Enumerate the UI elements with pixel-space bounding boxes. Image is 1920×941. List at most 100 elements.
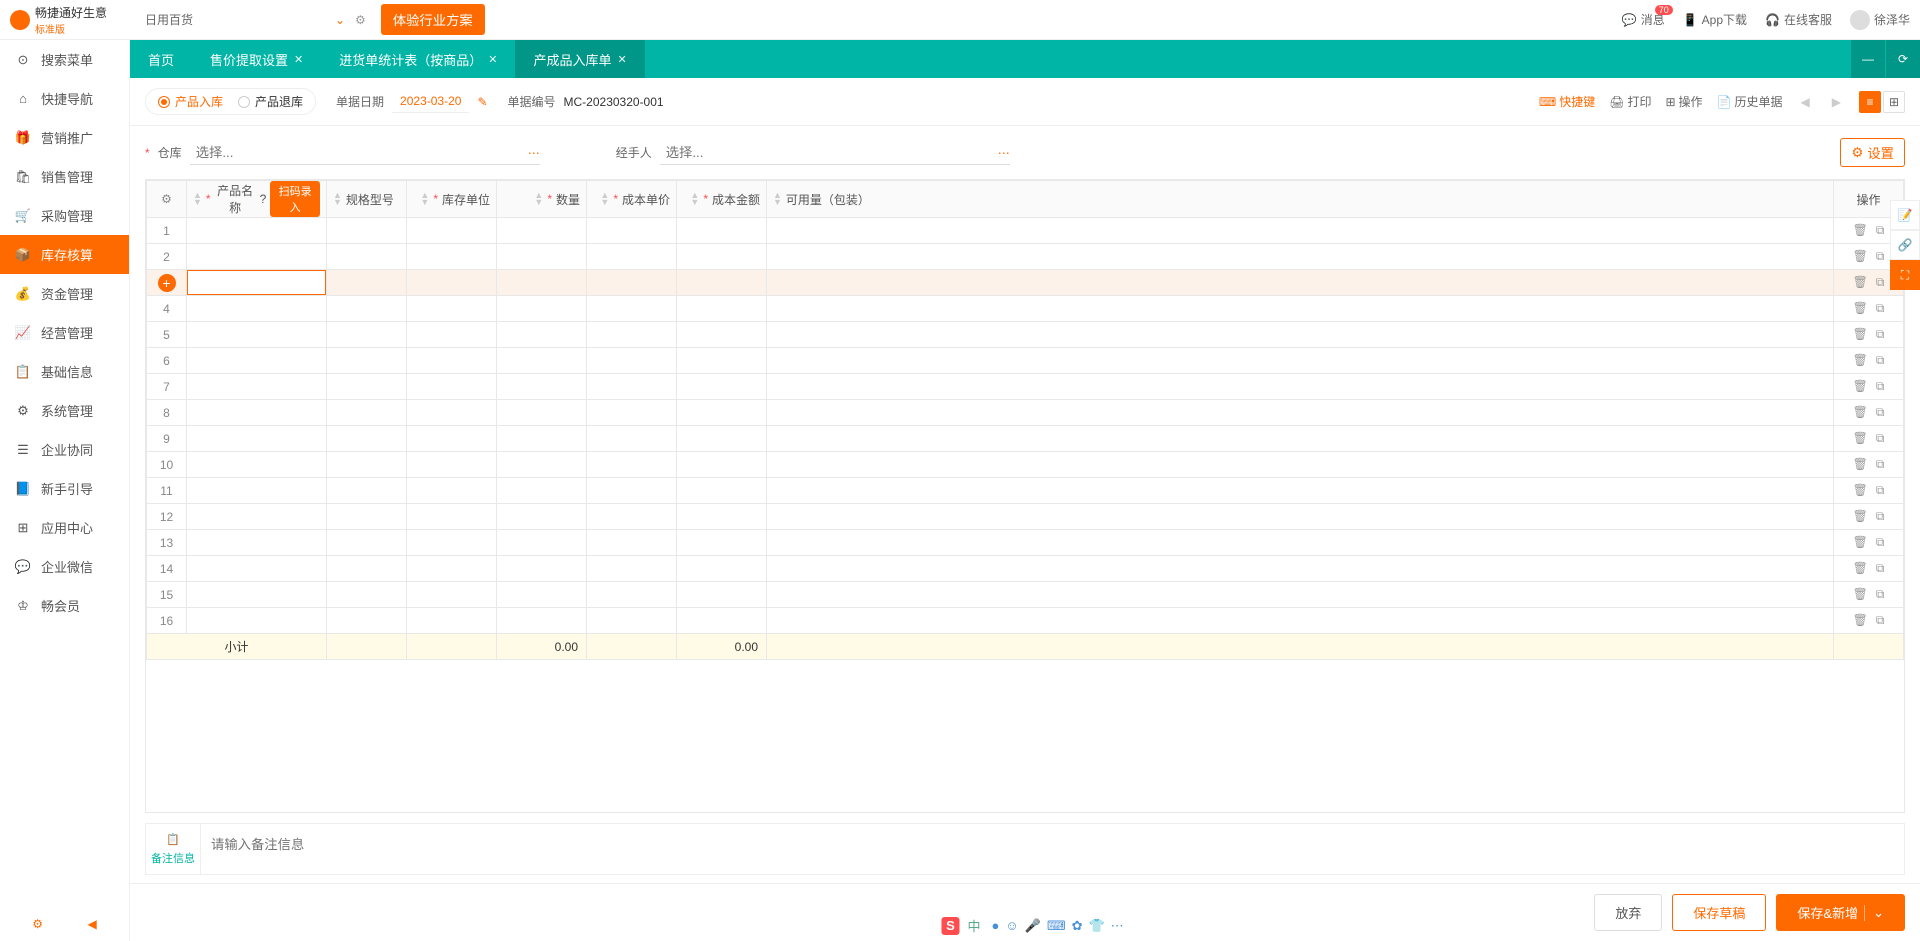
product-name-cell[interactable]	[187, 556, 327, 582]
copy-row-icon[interactable]: ⧉	[1876, 327, 1885, 342]
tab[interactable]: 首页	[130, 40, 192, 78]
delete-row-icon[interactable]: 🗑	[1853, 405, 1868, 420]
sort-icon[interactable]: ▲▼	[420, 192, 429, 206]
messages-link[interactable]: 💬 消息 70	[1622, 11, 1665, 28]
copy-row-icon[interactable]: ⧉	[1876, 561, 1885, 576]
copy-row-icon[interactable]: ⧉	[1876, 483, 1885, 498]
copy-row-icon[interactable]: ⧉	[1876, 405, 1885, 420]
delete-row-icon[interactable]: 🗑	[1853, 249, 1868, 264]
sidebar-item[interactable]: ⊞应用中心	[0, 508, 129, 547]
history-link[interactable]: 📄历史单据	[1717, 93, 1783, 110]
sidebar-item[interactable]: 💰资金管理	[0, 274, 129, 313]
close-icon[interactable]: ✕	[488, 53, 497, 66]
table-row[interactable]: + 🗑 ⧉	[147, 270, 1904, 296]
collapse-icon[interactable]: ◀	[88, 917, 97, 931]
copy-row-icon[interactable]: ⧉	[1876, 535, 1885, 550]
handler-select[interactable]	[660, 141, 1010, 165]
copy-row-icon[interactable]: ⧉	[1876, 509, 1885, 524]
sort-icon[interactable]: ▲▼	[600, 192, 609, 206]
sidebar-item[interactable]: 🎁营销推广	[0, 118, 129, 157]
prev-doc-button[interactable]: ◀	[1797, 95, 1814, 109]
sidebar-item[interactable]: ☰企业协同	[0, 430, 129, 469]
print-link[interactable]: 🖨打印	[1609, 93, 1651, 110]
product-name-cell[interactable]	[187, 504, 327, 530]
float-expand-button[interactable]: ⛶	[1890, 260, 1920, 290]
product-name-cell[interactable]	[187, 400, 327, 426]
org-selector[interactable]: 日用百货 ⌄	[145, 11, 345, 28]
sidebar-item[interactable]: ⚙系统管理	[0, 391, 129, 430]
sidebar-item[interactable]: 📘新手引导	[0, 469, 129, 508]
product-name-cell[interactable]	[187, 608, 327, 634]
delete-row-icon[interactable]: 🗑	[1853, 431, 1868, 446]
online-service-link[interactable]: 🎧 在线客服	[1765, 11, 1832, 28]
product-name-cell[interactable]	[187, 530, 327, 556]
table-row[interactable]: 12🗑⧉	[147, 504, 1904, 530]
sidebar-item[interactable]: 💬企业微信	[0, 547, 129, 586]
sidebar-item[interactable]: ♔畅会员	[0, 586, 129, 625]
try-industry-button[interactable]: 体验行业方案	[381, 4, 485, 35]
product-name-cell[interactable]	[187, 478, 327, 504]
user-menu[interactable]: 徐泽华	[1850, 10, 1910, 30]
sort-icon[interactable]: ▲▼	[333, 192, 342, 206]
table-row[interactable]: 13🗑⧉	[147, 530, 1904, 556]
gear-icon[interactable]: ⚙	[355, 13, 366, 27]
delete-row-icon[interactable]: 🗑	[1853, 353, 1868, 368]
copy-row-icon[interactable]: ⧉	[1876, 353, 1885, 368]
tab[interactable]: 售价提取设置✕	[192, 40, 321, 78]
copy-row-icon[interactable]: ⧉	[1876, 275, 1885, 290]
shortcut-link[interactable]: ⌨快捷键	[1539, 93, 1595, 110]
view-card-button[interactable]: ⊞	[1883, 91, 1905, 113]
sort-icon[interactable]: ▲▼	[773, 192, 782, 206]
doc-date-value[interactable]: 2023-03-20	[392, 90, 469, 113]
delete-row-icon[interactable]: 🗑	[1853, 561, 1868, 576]
sidebar-item[interactable]: 📈经营管理	[0, 313, 129, 352]
edit-icon[interactable]: ✎	[477, 95, 487, 109]
table-row[interactable]: 1🗑⧉	[147, 218, 1904, 244]
sidebar-item[interactable]: 📋基础信息	[0, 352, 129, 391]
product-name-cell[interactable]	[187, 348, 327, 374]
copy-row-icon[interactable]: ⧉	[1876, 587, 1885, 602]
sort-icon[interactable]: ▲▼	[534, 192, 543, 206]
table-row[interactable]: 10🗑⧉	[147, 452, 1904, 478]
remarks-input[interactable]	[201, 824, 1904, 874]
table-row[interactable]: 14🗑⧉	[147, 556, 1904, 582]
sidebar-item[interactable]: ⌂快捷导航	[0, 79, 129, 118]
save-draft-button[interactable]: 保存草稿	[1672, 894, 1766, 931]
app-download-link[interactable]: 📱 App下载	[1683, 11, 1747, 28]
delete-row-icon[interactable]: 🗑	[1853, 483, 1868, 498]
table-row[interactable]: 9🗑⧉	[147, 426, 1904, 452]
sidebar-item[interactable]: ⊙搜索菜单	[0, 40, 129, 79]
close-icon[interactable]: ✕	[294, 53, 303, 66]
sort-icon[interactable]: ▲▼	[193, 192, 202, 206]
view-list-button[interactable]: ≡	[1859, 91, 1881, 113]
next-doc-button[interactable]: ▶	[1828, 95, 1845, 109]
product-name-cell[interactable]	[187, 582, 327, 608]
operate-link[interactable]: ⊞操作	[1665, 93, 1702, 110]
add-row-button[interactable]: +	[158, 274, 176, 292]
copy-row-icon[interactable]: ⧉	[1876, 431, 1885, 446]
sort-icon[interactable]: ▲▼	[690, 192, 699, 206]
delete-row-icon[interactable]: 🗑	[1853, 587, 1868, 602]
delete-row-icon[interactable]: 🗑	[1853, 301, 1868, 316]
table-row[interactable]: 2🗑⧉	[147, 244, 1904, 270]
product-name-cell[interactable]	[187, 426, 327, 452]
close-icon[interactable]: ✕	[618, 53, 627, 66]
sidebar-item[interactable]: 🛍销售管理	[0, 157, 129, 196]
save-and-new-button[interactable]: 保存&新增 ⌄	[1776, 894, 1905, 931]
warehouse-select[interactable]	[190, 141, 540, 165]
table-row[interactable]: 7🗑⧉	[147, 374, 1904, 400]
discard-button[interactable]: 放弃	[1594, 894, 1662, 931]
copy-row-icon[interactable]: ⧉	[1876, 301, 1885, 316]
sidebar-item[interactable]: 📦库存核算	[0, 235, 129, 274]
setting-button[interactable]: ⚙设置	[1840, 138, 1905, 167]
product-name-cell[interactable]	[187, 322, 327, 348]
delete-row-icon[interactable]: 🗑	[1853, 223, 1868, 238]
product-name-cell[interactable]	[187, 218, 327, 244]
more-icon[interactable]: ⋯	[528, 146, 540, 160]
radio-product-out[interactable]: 产品退库	[238, 93, 303, 110]
copy-row-icon[interactable]: ⧉	[1876, 379, 1885, 394]
settings-icon[interactable]: ⚙	[32, 917, 43, 931]
delete-row-icon[interactable]: 🗑	[1853, 275, 1868, 290]
help-icon[interactable]: ?	[260, 192, 267, 206]
product-name-cell[interactable]	[187, 296, 327, 322]
